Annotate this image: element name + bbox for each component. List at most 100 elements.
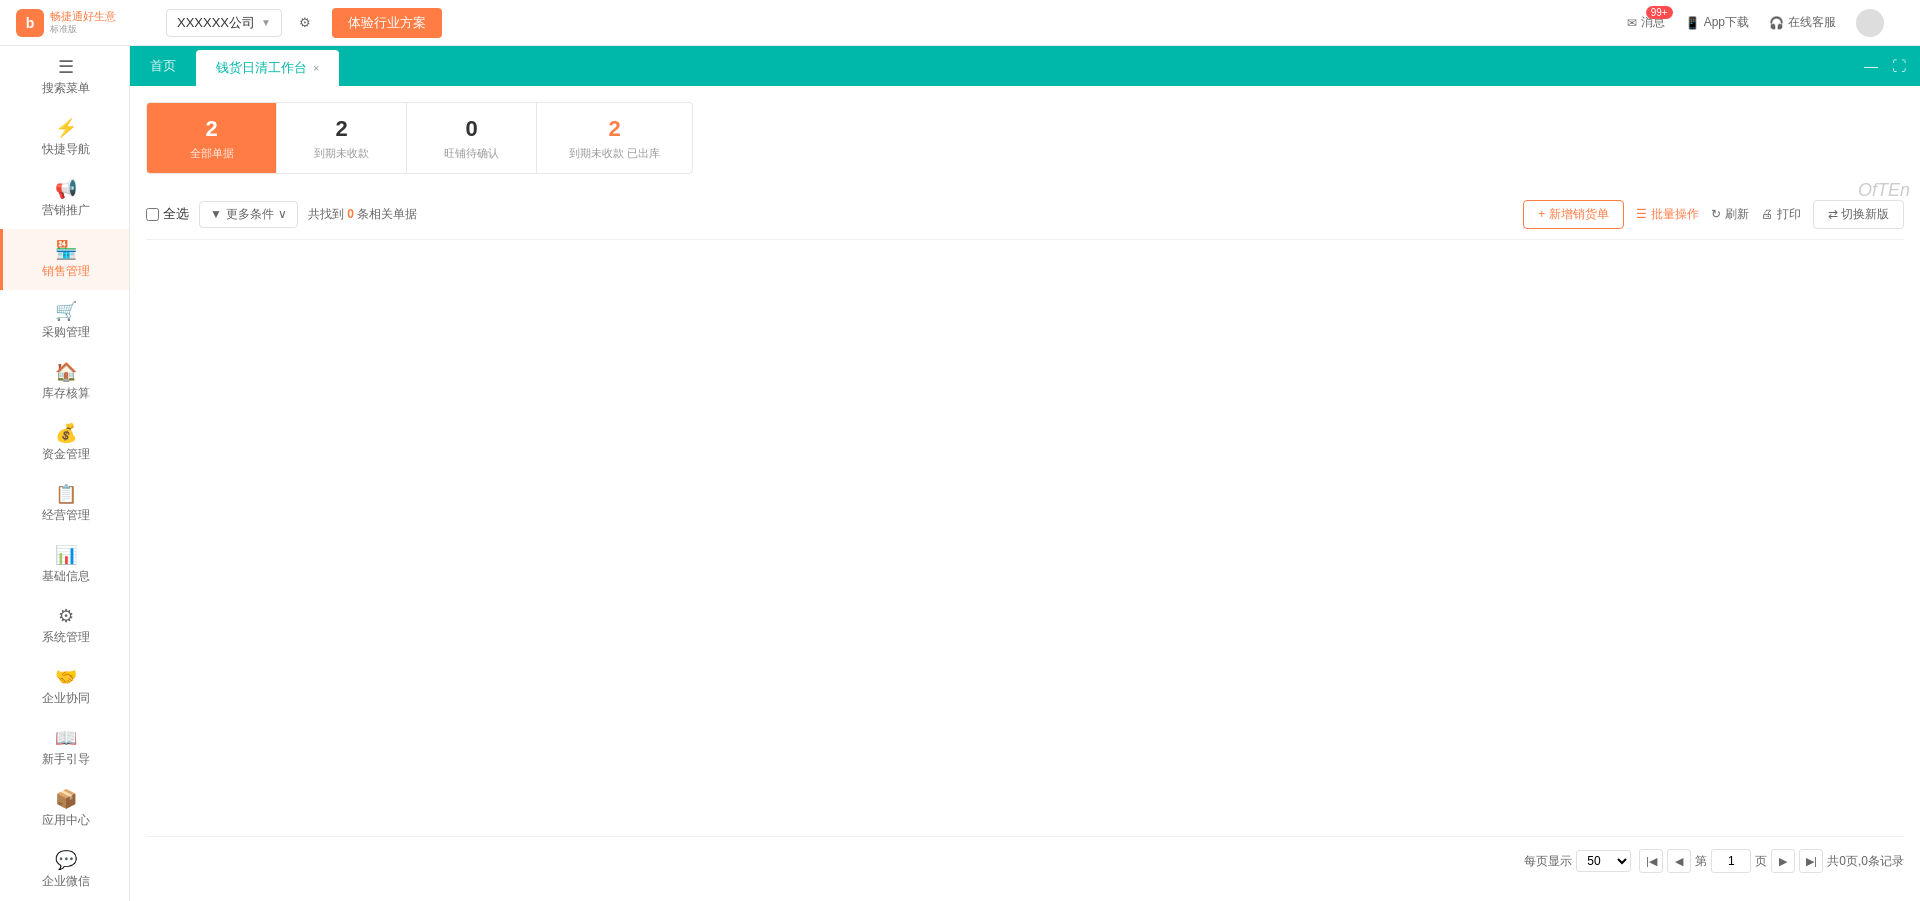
- stat-label-shipped: 到期未收款 已出库: [569, 146, 660, 161]
- tab-bar: 首页 钱货日清工作台 × — ⛶: [130, 46, 1920, 86]
- toolbar: 全选 ▼ 更多条件 ∨ 共找到 0 条相关单据 + 新增销货单: [146, 190, 1904, 240]
- app-layout: ☰ 搜索菜单 ⚡ 快捷导航 📢 营销推广 🏪 销售管理 🛒 采购管理 🏠 库存核…: [0, 46, 1920, 901]
- guide-icon: 📖: [55, 729, 77, 747]
- print-icon: 🖨: [1761, 207, 1773, 221]
- sidebar-label: 经营管理: [42, 507, 90, 524]
- stat-card-shipped[interactable]: 2 到期未收款 已出库: [537, 103, 692, 173]
- filter-icon: ▼: [210, 207, 222, 221]
- online-service-button[interactable]: 🎧 在线客服: [1769, 14, 1836, 31]
- found-suffix: 条相关单据: [357, 207, 417, 221]
- company-selector[interactable]: XXXXXX公司 ▼: [166, 9, 282, 37]
- print-button[interactable]: 🖨 打印: [1761, 206, 1801, 223]
- logo-text: 畅捷通好生意: [50, 9, 116, 23]
- stat-card-overdue[interactable]: 2 到期未收款: [277, 103, 407, 173]
- refresh-label: 刷新: [1725, 206, 1749, 223]
- stat-number-shipped: 2: [569, 115, 660, 144]
- inventory-icon: 🏠: [55, 363, 77, 381]
- stats-row: 2 全部单据 2 到期未收款 0 旺铺待确认 2 到期未收款 已出库: [146, 102, 693, 174]
- logo-area: b 畅捷通好生意 标准版: [16, 9, 146, 37]
- stat-card-all[interactable]: 2 全部单据: [147, 103, 277, 173]
- marketing-icon: 📢: [55, 180, 77, 198]
- tab-close-icon[interactable]: ×: [313, 62, 319, 74]
- sidebar-item-search-menu[interactable]: ☰ 搜索菜单: [0, 46, 129, 107]
- sales-icon: 🏪: [55, 241, 77, 259]
- app-download-label: App下载: [1704, 14, 1749, 31]
- tab-actions: — ⛶: [1860, 54, 1920, 78]
- sidebar-item-collaboration[interactable]: 🤝 企业协同: [0, 656, 129, 717]
- batch-icon: ☰: [1636, 207, 1647, 221]
- last-page-button[interactable]: ▶|: [1799, 849, 1823, 873]
- logo-badge: 标准版: [50, 23, 116, 36]
- finance-icon: 💰: [55, 424, 77, 442]
- operations-icon: 📋: [55, 485, 77, 503]
- refresh-icon: ↻: [1711, 207, 1721, 221]
- sidebar-item-app-center[interactable]: 📦 应用中心: [0, 778, 129, 839]
- more-filter-button[interactable]: ▼ 更多条件 ∨: [199, 201, 298, 228]
- sidebar-item-wechat[interactable]: 💬 企业微信: [0, 839, 129, 900]
- sidebar-item-sales[interactable]: 🏪 销售管理: [0, 229, 129, 290]
- stat-card-pending[interactable]: 0 旺铺待确认: [407, 103, 537, 173]
- tab-maximize-icon[interactable]: ⛶: [1888, 54, 1910, 78]
- tab-home-label: 首页: [150, 57, 176, 75]
- message-icon: ✉: [1627, 16, 1637, 30]
- sidebar-label: 企业协同: [42, 690, 90, 707]
- found-count: 0: [347, 207, 354, 221]
- sidebar-label: 基础信息: [42, 568, 90, 585]
- messages-button[interactable]: ✉ 消息 99+: [1627, 14, 1665, 31]
- tab-active[interactable]: 钱货日清工作台 ×: [196, 50, 339, 86]
- stat-label-pending: 旺铺待确认: [439, 146, 504, 161]
- download-icon: 📱: [1685, 16, 1700, 30]
- stat-number-overdue: 2: [309, 115, 374, 144]
- sidebar-item-finance[interactable]: 💰 资金管理: [0, 412, 129, 473]
- stat-number-pending: 0: [439, 115, 504, 144]
- search-menu-icon: ☰: [58, 58, 74, 76]
- print-label: 打印: [1777, 206, 1801, 223]
- select-all-input[interactable]: [146, 208, 159, 221]
- collaboration-icon: 🤝: [55, 668, 77, 686]
- select-all-checkbox[interactable]: 全选: [146, 205, 189, 223]
- switch-new-version-button[interactable]: ⇄ 切换新版: [1813, 200, 1904, 229]
- app-download-button[interactable]: 📱 App下载: [1685, 14, 1749, 31]
- sidebar-item-inventory[interactable]: 🏠 库存核算: [0, 351, 129, 412]
- sidebar-item-marketing[interactable]: 📢 营销推广: [0, 168, 129, 229]
- switch-icon: ⇄: [1828, 207, 1838, 221]
- sidebar-label: 库存核算: [42, 385, 90, 402]
- page-input[interactable]: [1711, 849, 1751, 873]
- found-text: 共找到 0 条相关单据: [308, 206, 417, 223]
- sidebar-item-quick-nav[interactable]: ⚡ 快捷导航: [0, 107, 129, 168]
- sidebar-label: 搜索菜单: [42, 80, 90, 97]
- trial-button[interactable]: 体验行业方案: [332, 8, 442, 38]
- stat-label-all: 全部单据: [179, 146, 244, 161]
- sidebar-label: 销售管理: [42, 263, 90, 280]
- sidebar-item-operations[interactable]: 📋 经营管理: [0, 473, 129, 534]
- sidebar-item-system[interactable]: ⚙ 系统管理: [0, 595, 129, 656]
- messages-badge: 99+: [1646, 6, 1673, 19]
- next-page-button[interactable]: ▶: [1771, 849, 1795, 873]
- sidebar-label: 新手引导: [42, 751, 90, 768]
- sidebar-label: 资金管理: [42, 446, 90, 463]
- per-page-label: 每页显示: [1524, 853, 1572, 870]
- tab-minimize-icon[interactable]: —: [1860, 54, 1882, 78]
- sidebar-item-purchase[interactable]: 🛒 采购管理: [0, 290, 129, 351]
- tab-home[interactable]: 首页: [130, 46, 196, 86]
- settings-icon[interactable]: ⚙: [290, 8, 320, 38]
- quick-nav-icon: ⚡: [55, 119, 77, 137]
- avatar[interactable]: [1856, 9, 1884, 37]
- refresh-button[interactable]: ↻ 刷新: [1711, 206, 1749, 223]
- stat-label-overdue: 到期未收款: [309, 146, 374, 161]
- batch-label: 批量操作: [1651, 206, 1699, 223]
- first-page-button[interactable]: |◀: [1639, 849, 1663, 873]
- prev-page-button[interactable]: ◀: [1667, 849, 1691, 873]
- online-service-label: 在线客服: [1788, 14, 1836, 31]
- new-sale-button[interactable]: + 新增销货单: [1523, 200, 1623, 229]
- app-center-icon: 📦: [55, 790, 77, 808]
- per-page-dropdown[interactable]: 50 100 200: [1576, 850, 1631, 872]
- sidebar-item-basic-info[interactable]: 📊 基础信息: [0, 534, 129, 595]
- chevron-down-icon: ▼: [261, 17, 271, 28]
- page-nav: |◀ ◀ 第 页 ▶ ▶| 共0页,0条记录: [1639, 849, 1904, 873]
- table-area: [146, 252, 1904, 836]
- sidebar-label: 系统管理: [42, 629, 90, 646]
- sidebar-item-guide[interactable]: 📖 新手引导: [0, 717, 129, 778]
- batch-op-button[interactable]: ☰ 批量操作: [1636, 206, 1699, 223]
- service-icon: 🎧: [1769, 16, 1784, 30]
